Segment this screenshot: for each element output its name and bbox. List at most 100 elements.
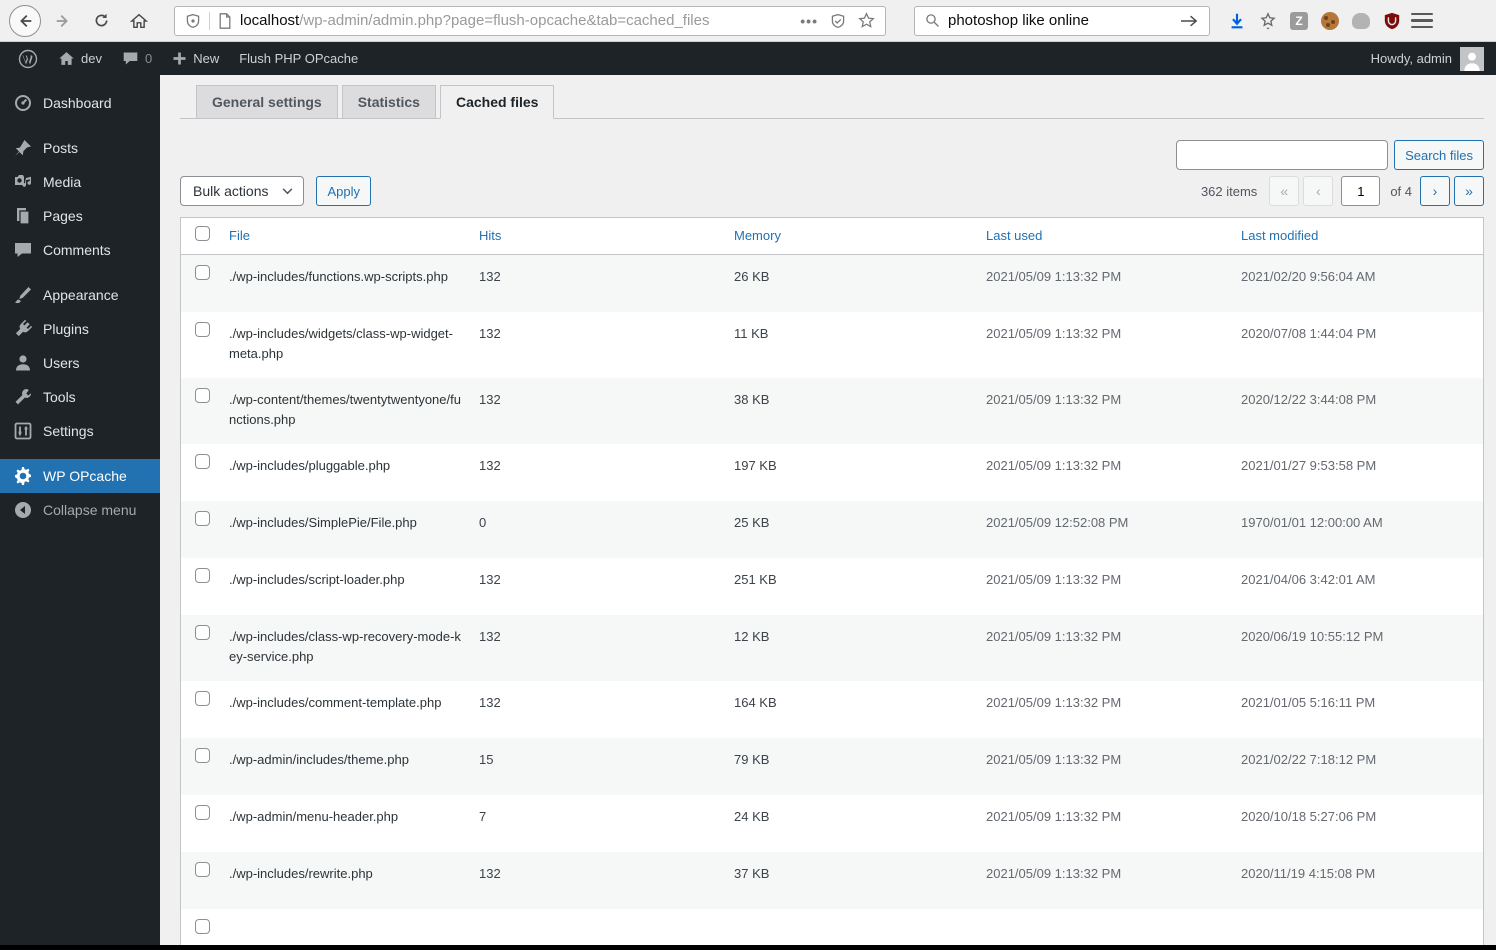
protections-shield-icon[interactable] <box>830 13 846 29</box>
sidebar-item-appearance[interactable]: Appearance <box>0 278 160 312</box>
row-checkbox[interactable] <box>195 568 210 583</box>
hits-cell: 0 <box>479 515 487 530</box>
row-checkbox[interactable] <box>195 862 210 877</box>
howdy-text[interactable]: Howdy, admin <box>1371 51 1452 66</box>
tab-statistics[interactable]: Statistics <box>341 85 436 119</box>
column-header-last-used[interactable]: Last used <box>986 218 1241 254</box>
row-checkbox[interactable] <box>195 625 210 640</box>
plus-icon <box>173 52 186 65</box>
files-search-input[interactable] <box>1176 140 1389 170</box>
sidebar-item-posts[interactable]: Posts <box>0 131 160 165</box>
comment-bubble-icon <box>123 52 138 65</box>
next-page-button[interactable]: › <box>1420 176 1450 206</box>
sidebar-item-dashboard[interactable]: Dashboard <box>0 86 160 120</box>
ublock-origin-icon[interactable] <box>1383 12 1401 30</box>
row-checkbox[interactable] <box>195 919 210 934</box>
column-header-memory[interactable]: Memory <box>734 218 986 254</box>
sidebar-item-media[interactable]: Media <box>0 165 160 199</box>
sidebar-item-comments[interactable]: Comments <box>0 233 160 267</box>
table-row: ./wp-admin/menu-header.php 7 24 KB 2021/… <box>181 795 1483 852</box>
downloads-icon[interactable] <box>1228 12 1246 30</box>
sidebar-item-label: Users <box>43 355 80 371</box>
gray-extension-icon[interactable] <box>1352 12 1370 29</box>
row-checkbox[interactable] <box>195 511 210 526</box>
last-used-cell: 2021/05/09 1:13:32 PM <box>986 458 1122 473</box>
first-page-button[interactable]: « <box>1269 176 1300 206</box>
column-header-file[interactable]: File <box>229 218 479 254</box>
browser-menu-icon[interactable] <box>1411 9 1433 33</box>
apply-button[interactable]: Apply <box>316 176 372 206</box>
browser-reload-button[interactable] <box>84 4 118 38</box>
browser-search-input[interactable] <box>948 12 1171 29</box>
table-row: ./wp-includes/SimplePie/File.php 0 25 KB… <box>181 501 1483 558</box>
plug-icon <box>13 319 33 339</box>
sidebar-item-label: Posts <box>43 140 79 156</box>
browser-home-button[interactable] <box>122 4 156 38</box>
select-all-checkbox[interactable] <box>195 226 210 241</box>
last-used-cell: 2021/05/09 1:13:32 PM <box>986 269 1122 284</box>
row-checkbox[interactable] <box>195 454 210 469</box>
browser-search-bar[interactable] <box>914 5 1210 36</box>
sidebar-item-plugins[interactable]: Plugins <box>0 312 160 346</box>
pushpin-icon <box>13 138 33 158</box>
row-checkbox[interactable] <box>195 388 210 403</box>
file-path-cell: ./wp-content/themes/twentytwentyone/func… <box>229 392 461 427</box>
wp-admin-bar: dev 0 New Flush PHP OPcache Howdy, admin <box>0 42 1496 75</box>
current-page-input[interactable] <box>1341 176 1381 206</box>
column-header-last-modified[interactable]: Last modified <box>1241 218 1483 254</box>
paintbrush-icon <box>13 285 33 305</box>
wp-logo-menu[interactable] <box>10 42 46 75</box>
page-actions-icon[interactable]: ••• <box>800 13 818 29</box>
table-row: ./wp-includes/script-loader.php 132 251 … <box>181 558 1483 615</box>
hits-cell: 132 <box>479 629 501 644</box>
sidebar-item-pages[interactable]: Pages <box>0 199 160 233</box>
url-bar[interactable]: localhost/wp-admin/admin.php?page=flush-… <box>174 5 886 36</box>
column-header-hits[interactable]: Hits <box>479 218 734 254</box>
sidebar-item-wp-opcache[interactable]: WP OPcache <box>0 459 160 493</box>
hits-cell: 132 <box>479 695 501 710</box>
row-checkbox[interactable] <box>195 265 210 280</box>
row-checkbox[interactable] <box>195 748 210 763</box>
row-checkbox[interactable] <box>195 691 210 706</box>
tab-general-settings[interactable]: General settings <box>196 85 338 119</box>
sidebar-item-label: Comments <box>43 242 111 258</box>
site-menu[interactable]: dev <box>50 42 110 75</box>
comments-menu[interactable]: 0 <box>114 42 160 75</box>
last-used-cell <box>986 909 1241 945</box>
sidebar-item-label: Pages <box>43 208 83 224</box>
sidebar-collapse-menu[interactable]: Collapse menu <box>0 493 160 527</box>
sidebar-item-users[interactable]: Users <box>0 346 160 380</box>
collapse-arrow-icon <box>13 500 33 520</box>
table-toolbar: Bulk actions Apply 362 items « ‹ of 4 › … <box>180 176 1484 206</box>
last-used-cell: 2021/05/09 1:13:32 PM <box>986 752 1122 767</box>
sidebar-item-settings[interactable]: Settings <box>0 414 160 448</box>
browser-back-button[interactable] <box>8 4 42 38</box>
file-path-cell: ./wp-includes/functions.wp-scripts.php <box>229 269 448 284</box>
search-files-button[interactable]: Search files <box>1394 140 1484 170</box>
extension-z-icon[interactable]: Z <box>1290 11 1308 30</box>
sidebar-item-label: Media <box>43 174 82 190</box>
avatar[interactable] <box>1460 46 1484 71</box>
memory-cell: 11 KB <box>734 326 769 341</box>
file-path-cell: ./wp-includes/SimplePie/File.php <box>229 515 417 530</box>
items-count: 362 items <box>1200 183 1258 199</box>
prev-page-button[interactable]: ‹ <box>1303 176 1334 206</box>
tab-cached-files[interactable]: Cached files <box>439 85 555 119</box>
hits-cell: 132 <box>479 392 501 407</box>
bookmark-star-icon[interactable] <box>858 12 875 29</box>
sidebar-item-tools[interactable]: Tools <box>0 380 160 414</box>
extension-star-icon[interactable] <box>1259 11 1277 30</box>
search-go-arrow-icon[interactable] <box>1179 13 1199 29</box>
browser-forward-button[interactable] <box>46 4 80 38</box>
tracking-protection-shield-icon <box>186 13 200 28</box>
hits-cell: 132 <box>479 572 501 587</box>
bulk-actions-select[interactable]: Bulk actions <box>180 176 305 206</box>
dashboard-icon <box>13 93 33 113</box>
last-page-button[interactable]: » <box>1454 176 1484 206</box>
page-title-menu[interactable]: Flush PHP OPcache <box>231 42 366 75</box>
comments-icon <box>13 240 33 260</box>
row-checkbox[interactable] <box>195 322 210 337</box>
new-content-menu[interactable]: New <box>164 42 227 75</box>
cookie-extension-icon[interactable] <box>1321 11 1339 30</box>
row-checkbox[interactable] <box>195 805 210 820</box>
